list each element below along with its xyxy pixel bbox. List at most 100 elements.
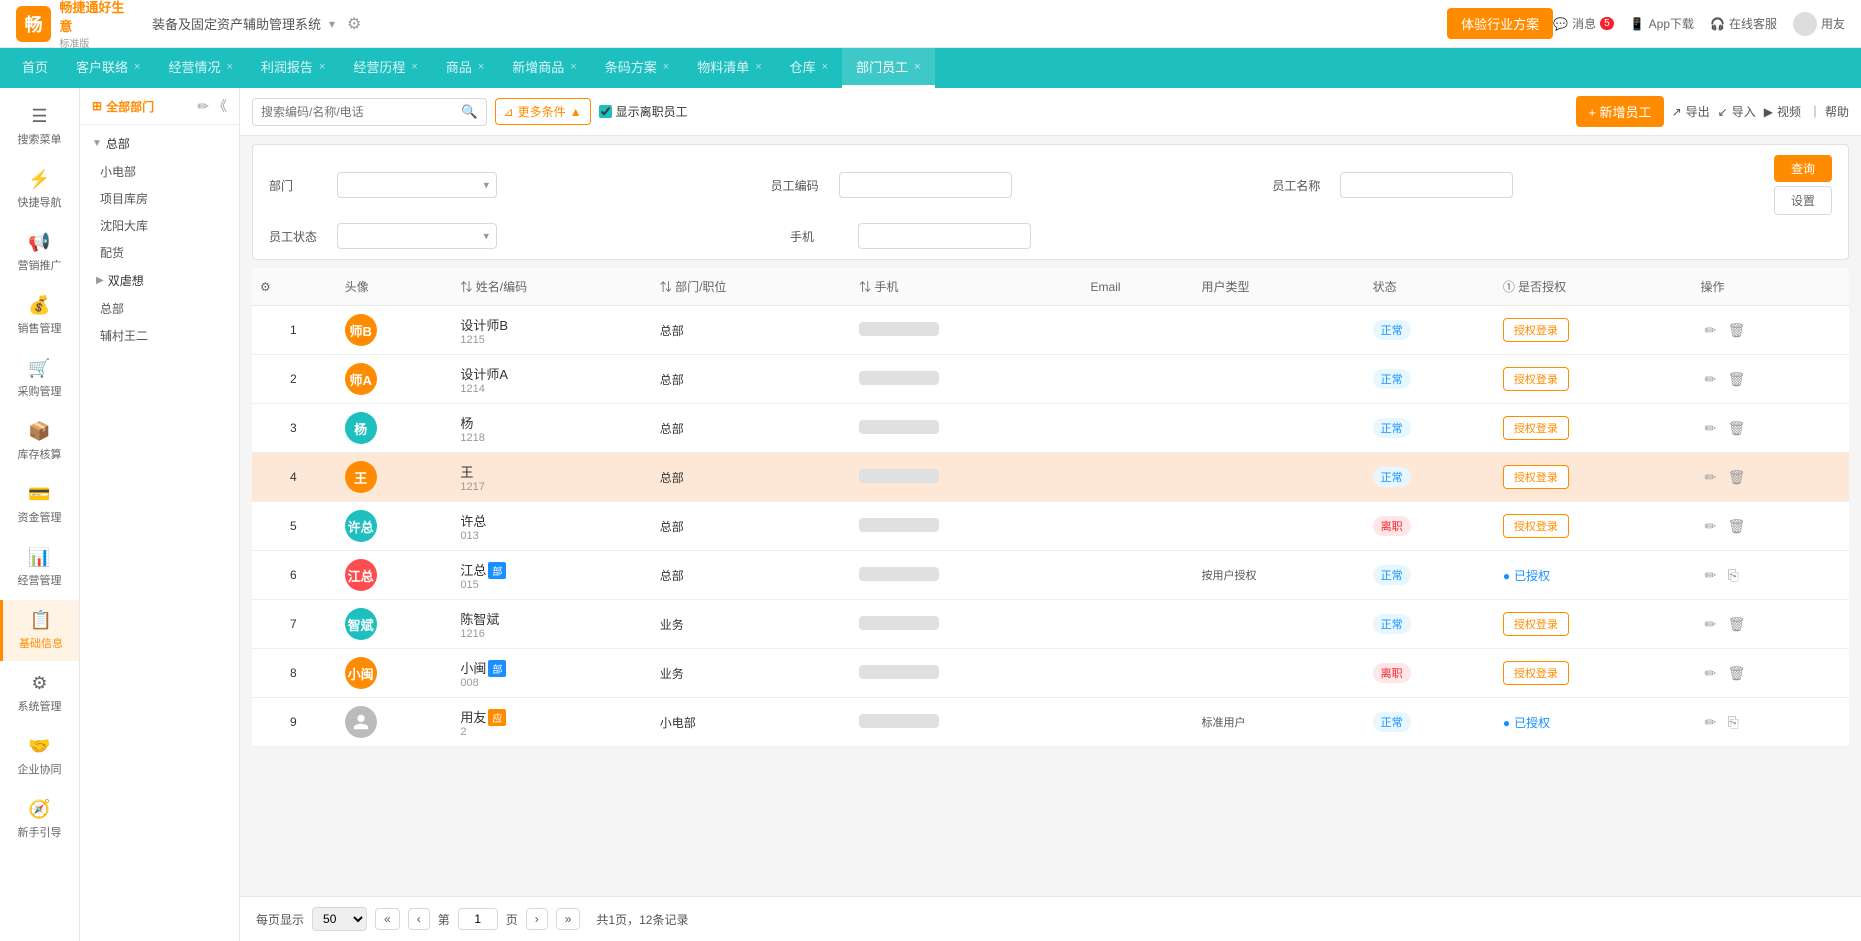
delete-btn[interactable]: 🗑 (1724, 320, 1750, 341)
tab-profit[interactable]: 利润报告 × (247, 48, 339, 88)
auth-btn[interactable]: 授权登录 (1503, 465, 1569, 489)
last-page-btn[interactable]: » (556, 908, 581, 930)
auth-btn[interactable]: 授权登录 (1503, 367, 1569, 391)
edit-btn[interactable]: ✏ (1701, 712, 1721, 733)
tab-operation[interactable]: 经营情况 × (154, 48, 246, 88)
sidebar-item-search[interactable]: ☰ 搜索菜单 (0, 96, 79, 157)
dept-select[interactable] (337, 172, 497, 198)
tab-operation-close[interactable]: × (226, 61, 232, 73)
search-input[interactable] (253, 100, 453, 124)
delete-btn[interactable]: 🗑 (1724, 614, 1750, 635)
sidebar-item-purchase[interactable]: 🛒 采购管理 (0, 348, 79, 409)
dept-tree-child-project[interactable]: 项目库房 (80, 185, 239, 212)
tab-warehouse-close[interactable]: × (822, 61, 828, 73)
tab-barcode[interactable]: 条码方案 × (591, 48, 683, 88)
sidebar-item-marketing[interactable]: 📢 营销推广 (0, 222, 79, 283)
copy-btn[interactable]: ⎘ (1724, 565, 1743, 586)
delete-btn[interactable]: 🗑 (1724, 467, 1750, 488)
first-page-btn[interactable]: « (375, 908, 400, 930)
dept-edit-btn[interactable]: ✏ (197, 96, 209, 116)
auth-btn[interactable]: 授权登录 (1503, 612, 1569, 636)
tab-customer-close[interactable]: × (134, 61, 140, 73)
employee-code-input[interactable] (839, 172, 1012, 198)
app-download-btn[interactable]: 📱 App下载 (1630, 15, 1694, 32)
dept-tree-child-hq[interactable]: 总部 (80, 295, 239, 322)
tab-bom[interactable]: 物料清单 × (683, 48, 775, 88)
delete-btn[interactable]: 🗑 (1724, 516, 1750, 537)
dept-tree-child-fuzhu[interactable]: 辅村王二 (80, 322, 239, 349)
sales-label: 销售管理 (18, 320, 62, 336)
tab-goods[interactable]: 商品 × (432, 48, 498, 88)
tab-employees-close[interactable]: × (914, 61, 920, 73)
copy-btn[interactable]: ⎘ (1724, 712, 1743, 733)
edit-btn[interactable]: ✏ (1701, 418, 1721, 439)
tab-history-close[interactable]: × (411, 61, 417, 73)
dept-tree-item-double[interactable]: ▶ 双虐想 (80, 266, 239, 295)
import-btn[interactable]: ↙ 导入 (1718, 103, 1756, 120)
tab-bom-close[interactable]: × (755, 61, 761, 73)
sidebar-item-inventory[interactable]: 📦 库存核算 (0, 411, 79, 472)
tab-customer[interactable]: 客户联络 × (62, 48, 154, 88)
auth-btn[interactable]: 授权登录 (1503, 661, 1569, 685)
sidebar-item-finance[interactable]: 💳 资金管理 (0, 474, 79, 535)
sidebar-item-collab[interactable]: 🤝 企业协同 (0, 726, 79, 787)
edit-btn[interactable]: ✏ (1701, 516, 1721, 537)
tab-goods-close[interactable]: × (478, 61, 484, 73)
sidebar-item-sales[interactable]: 💰 销售管理 (0, 285, 79, 346)
delete-btn[interactable]: 🗑 (1724, 418, 1750, 439)
show-resigned-label[interactable]: 显示离职员工 (599, 103, 688, 120)
gear-icon[interactable]: ⚙ (347, 14, 361, 34)
help-btn[interactable]: ｜ 帮助 (1809, 103, 1849, 120)
auth-btn[interactable]: 授权登录 (1503, 514, 1569, 538)
show-resigned-checkbox[interactable] (599, 105, 612, 118)
dept-collapse-btn[interactable]: 《 (213, 96, 227, 116)
tab-add-goods-close[interactable]: × (570, 61, 576, 73)
sidebar-item-guide[interactable]: 🧭 新手引导 (0, 789, 79, 850)
view-btn[interactable]: ▶ 视频 (1764, 103, 1801, 120)
tab-add-goods[interactable]: 新增商品 × (498, 48, 590, 88)
page-input[interactable] (458, 908, 498, 930)
dept-tree-child-shenyang[interactable]: 沈阳大库 (80, 212, 239, 239)
message-btn[interactable]: 💬 消息 5 (1553, 15, 1614, 32)
auth-btn[interactable]: 授权登录 (1503, 416, 1569, 440)
tab-barcode-close[interactable]: × (663, 61, 669, 73)
tab-home[interactable]: 首页 (8, 48, 62, 88)
tab-employees[interactable]: 部门员工 × (842, 48, 934, 88)
edit-btn[interactable]: ✏ (1701, 320, 1721, 341)
next-page-btn[interactable]: › (526, 908, 548, 930)
trial-btn[interactable]: 体验行业方案 (1447, 8, 1553, 39)
edit-btn[interactable]: ✏ (1701, 467, 1721, 488)
tab-warehouse[interactable]: 仓库 × (776, 48, 842, 88)
search-btn[interactable]: 🔍 (453, 99, 486, 125)
sidebar-item-system[interactable]: ⚙ 系统管理 (0, 663, 79, 724)
phone-input[interactable] (858, 223, 1031, 249)
employee-name-input[interactable] (1340, 172, 1513, 198)
tab-history[interactable]: 经营历程 × (339, 48, 431, 88)
sidebar-item-operation[interactable]: 📊 经营管理 (0, 537, 79, 598)
prev-page-btn[interactable]: ‹ (408, 908, 430, 930)
sidebar-item-basic[interactable]: 📋 基础信息 (0, 600, 79, 661)
reset-btn[interactable]: 设置 (1774, 186, 1832, 215)
status-select[interactable] (337, 223, 497, 249)
delete-btn[interactable]: 🗑 (1724, 369, 1750, 390)
edit-btn[interactable]: ✏ (1701, 565, 1721, 586)
add-employee-btn[interactable]: + 新增员工 (1576, 96, 1663, 127)
dept-tree-child-delivery[interactable]: 配货 (80, 239, 239, 266)
more-filter-btn[interactable]: ⊿ 更多条件 ▲ (495, 98, 591, 125)
tab-profit-close[interactable]: × (319, 61, 325, 73)
online-service-btn[interactable]: 🎧 在线客服 (1710, 15, 1777, 32)
page-size-select[interactable]: 50 100 (312, 907, 367, 931)
export-btn[interactable]: ↗ 导出 (1672, 103, 1710, 120)
dept-tree-item-headquarters[interactable]: ▼ 总部 (80, 129, 239, 158)
edit-btn[interactable]: ✏ (1701, 663, 1721, 684)
user-btn[interactable]: 用友 (1793, 12, 1845, 36)
edit-btn[interactable]: ✏ (1701, 369, 1721, 390)
sidebar-item-shortcut[interactable]: ⚡ 快捷导航 (0, 159, 79, 220)
auth-btn[interactable]: 授权登录 (1503, 318, 1569, 342)
query-btn[interactable]: 查询 (1774, 155, 1832, 182)
dept-all[interactable]: ⊞ 全部部门 (92, 98, 154, 115)
edit-btn[interactable]: ✏ (1701, 614, 1721, 635)
dropdown-icon[interactable]: ▾ (329, 17, 335, 31)
dept-tree-child-electronics[interactable]: 小电部 (80, 158, 239, 185)
delete-btn[interactable]: 🗑 (1724, 663, 1750, 684)
